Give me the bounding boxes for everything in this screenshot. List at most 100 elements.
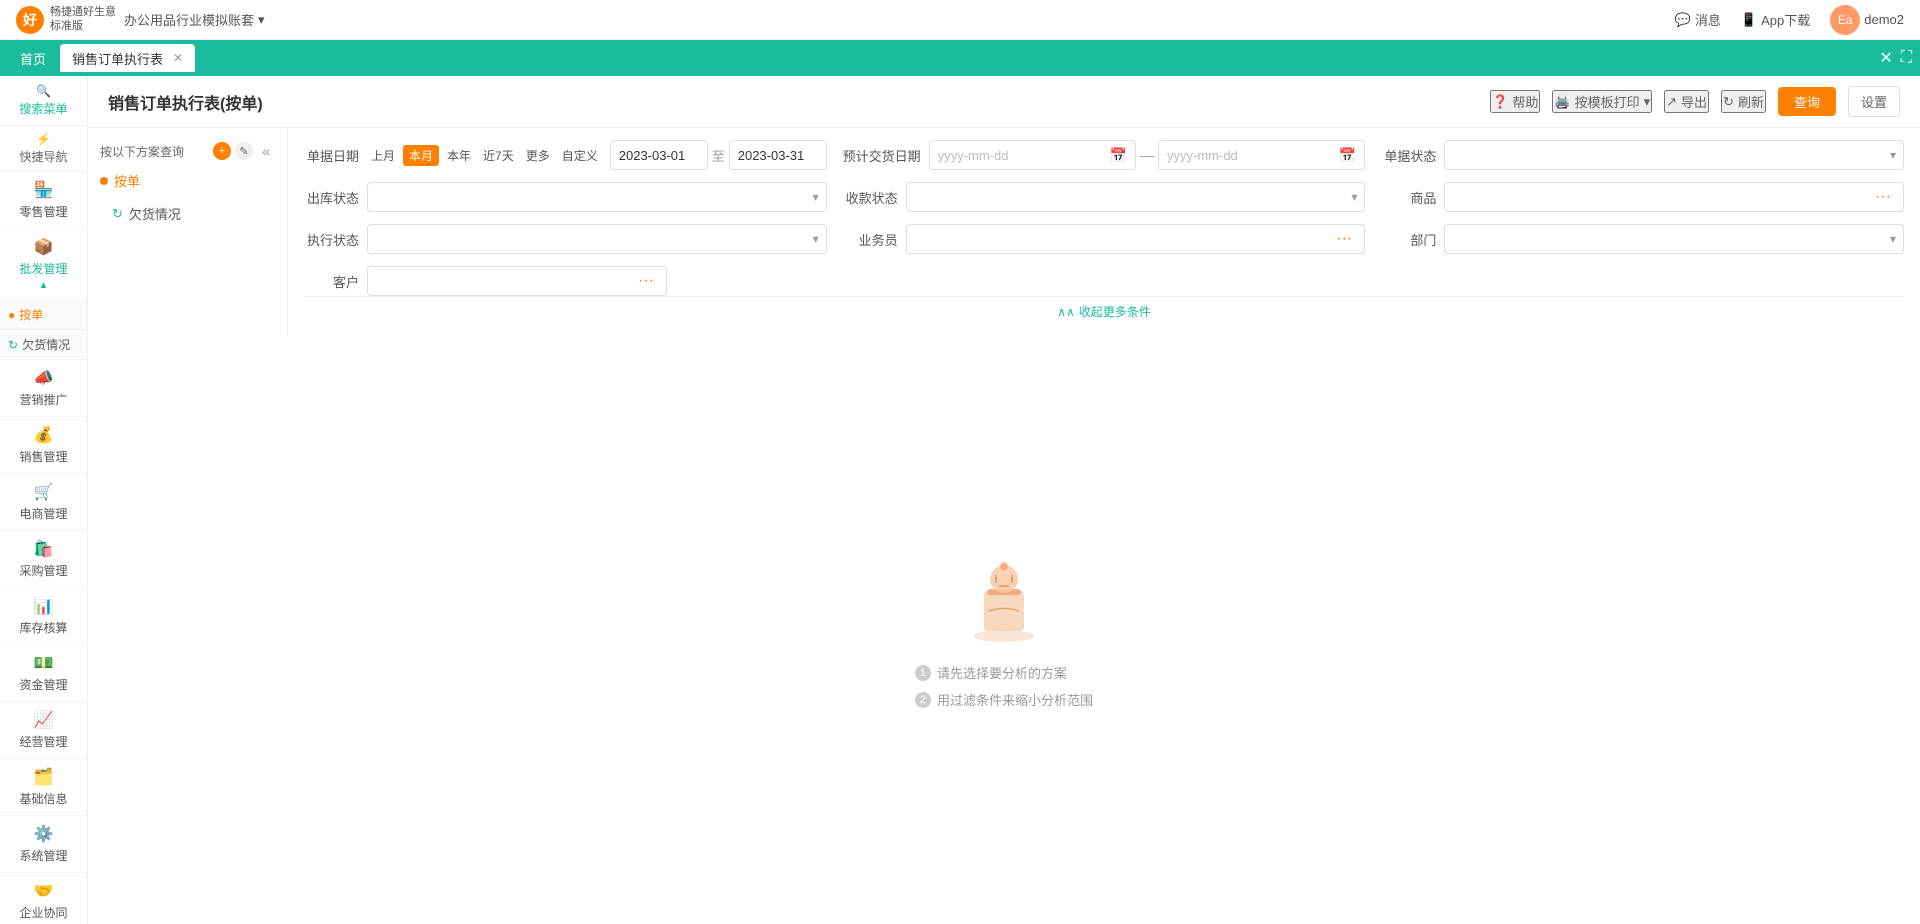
sidebar-item-ecommerce[interactable]: 🛒 电商管理	[0, 474, 87, 531]
export-btn[interactable]: ↗ 导出	[1664, 90, 1709, 113]
date-this-month-btn[interactable]: 本月	[403, 145, 439, 166]
maximize-icon[interactable]: ⛶	[1901, 49, 1912, 67]
add-scheme-btn[interactable]: +	[213, 142, 231, 160]
scheme-item-press[interactable]: 按单	[88, 164, 287, 197]
top-header: 好 畅捷通好生意 标准版 办公用品行业模拟账套 ▾ 💬 消息 📱 App下载 E…	[0, 0, 1920, 40]
tab-sales-order[interactable]: 销售订单执行表 ✕	[60, 44, 195, 72]
collapse-row[interactable]: ∧∧ 收起更多条件	[304, 296, 1904, 324]
basic-icon: 🗂️	[34, 767, 54, 787]
order-date-start-input[interactable]: 2023-03-01	[610, 140, 708, 170]
filter-field-execution-status: 执行状态 ▾	[304, 224, 827, 254]
settings-btn[interactable]: 设置	[1848, 86, 1900, 117]
sidebar-quick-nav[interactable]: ⚡ 快捷导航	[0, 126, 87, 172]
filter-panel-title: 按以下方案查询 + ✎ «	[88, 138, 287, 164]
operations-icon: 📈	[34, 710, 54, 730]
filter-field-customer: 客户 ···	[304, 266, 1904, 296]
filter-field-order-status: 单据状态 ▾	[1381, 140, 1904, 170]
print-icon: 🖨️	[1554, 94, 1570, 110]
customer-ellipsis-icon[interactable]: ···	[634, 272, 658, 290]
payment-status-select[interactable]	[906, 182, 1366, 212]
sidebar-sub-menu: ● 按单 ↻ 欠货情况	[0, 300, 87, 360]
empty-illustration	[954, 551, 1054, 651]
main-layout: 🔍 搜索菜单 ⚡ 快捷导航 🏪 零售管理 📦 批发管理 ▲ ● 按单 ↻ 欠货情…	[0, 76, 1920, 924]
sidebar-item-marketing[interactable]: 📣 营销推广	[0, 360, 87, 417]
header-left: 好 畅捷通好生意 标准版 办公用品行业模拟账套 ▾	[16, 6, 265, 34]
expected-date-start-input[interactable]: yyyy-mm-dd 📅	[929, 140, 1136, 170]
edit-scheme-btn[interactable]: ✎	[235, 142, 253, 160]
tab-home[interactable]: 首页	[8, 44, 58, 72]
customer-input[interactable]: ···	[367, 266, 667, 296]
sidebar-search[interactable]: 🔍 搜索菜单	[0, 76, 87, 126]
date-last-month-btn[interactable]: 上月	[367, 145, 399, 166]
sidebar-sub-item-debt[interactable]: ↻ 欠货情况	[0, 330, 87, 360]
date-range-separator: 至	[712, 146, 725, 165]
empty-state: 1 请先选择要分析的方案 2 用过滤条件来缩小分析范围	[88, 336, 1920, 924]
app-download-btn[interactable]: 📱 App下载	[1741, 10, 1810, 29]
execution-status-select[interactable]	[367, 224, 827, 254]
date-this-year-btn[interactable]: 本年	[443, 145, 475, 166]
message-btn[interactable]: 💬 消息	[1675, 10, 1721, 29]
shipment-arrow-icon: ▾	[813, 190, 819, 204]
expected-date-label: 预计交货日期	[843, 146, 921, 165]
date-7days-btn[interactable]: 近7天	[479, 145, 518, 166]
filter-row-3: 执行状态 ▾ 业务员 ··· 部门	[304, 224, 1904, 254]
shipment-status-select[interactable]	[367, 182, 827, 212]
minimize-icon[interactable]: ✕	[1879, 48, 1892, 68]
date-custom-btn[interactable]: 自定义	[558, 145, 602, 166]
order-date-end-input[interactable]: 2023-03-31	[729, 140, 827, 170]
filter-field-expected-date: 预计交货日期 yyyy-mm-dd 📅 — yyyy-mm-dd 📅	[843, 140, 1366, 170]
collapse-chevron-icon: ∧∧	[1057, 305, 1075, 319]
logo-text: 畅捷通好生意 标准版	[50, 6, 116, 32]
salesperson-input[interactable]: ···	[906, 224, 1366, 254]
help-btn[interactable]: ❓ 帮助	[1490, 90, 1540, 113]
inventory-icon: 📊	[34, 596, 54, 616]
filter-row-2: 出库状态 ▾ 收款状态 ▾ 商品	[304, 182, 1904, 212]
sidebar-item-purchase[interactable]: 🛍️ 采购管理	[0, 531, 87, 588]
expected-date-end-input[interactable]: yyyy-mm-dd 📅	[1158, 140, 1365, 170]
sidebar-item-wholesale[interactable]: 📦 批发管理 ▲	[0, 229, 87, 300]
calendar-start-icon: 📅	[1110, 147, 1127, 164]
filter-field-order-date: 单据日期 上月 本月 本年 近7天 更多 自定义 2023-03-01	[304, 140, 827, 170]
empty-tip-1: 1 请先选择要分析的方案	[915, 663, 1093, 682]
order-status-select[interactable]	[1444, 140, 1904, 170]
sidebar-item-sales[interactable]: 💰 销售管理	[0, 417, 87, 474]
search-icon: 🔍	[36, 84, 51, 98]
header-right: 💬 消息 📱 App下载 Ea demo2	[1675, 5, 1904, 35]
query-btn[interactable]: 查询	[1778, 87, 1836, 116]
message-icon: 💬	[1675, 12, 1691, 28]
print-btn[interactable]: 🖨️ 按模板打印 ▾	[1552, 90, 1652, 113]
department-label: 部门	[1381, 230, 1436, 249]
avatar: Ea	[1830, 5, 1860, 35]
tip-num-2: 2	[915, 692, 931, 708]
salesperson-ellipsis-icon[interactable]: ···	[1332, 230, 1356, 248]
refresh-icon: ↻	[8, 338, 18, 352]
sidebar-item-retail[interactable]: 🏪 零售管理	[0, 172, 87, 229]
sidebar-item-system[interactable]: ⚙️ 系统管理	[0, 816, 87, 873]
goods-input[interactable]: ···	[1444, 182, 1904, 212]
filter-field-department: 部门 ▾	[1381, 224, 1904, 254]
date-more-btn[interactable]: 更多	[522, 145, 554, 166]
filter-debt-item[interactable]: ↻ 欠货情况	[88, 197, 287, 230]
collapse-panel-btn[interactable]: «	[257, 142, 275, 160]
sidebar-item-basic[interactable]: 🗂️ 基础信息	[0, 759, 87, 816]
sidebar-item-inventory[interactable]: 📊 库存核算	[0, 588, 87, 645]
shipment-status-wrapper: ▾	[367, 182, 827, 212]
sidebar-sub-item-press[interactable]: ● 按单	[0, 300, 87, 330]
refresh-btn[interactable]: ↻ 刷新	[1721, 90, 1766, 113]
logo-area: 好 畅捷通好生意 标准版	[16, 6, 116, 34]
filter-right-panel: 单据日期 上月 本月 本年 近7天 更多 自定义 2023-03-01	[288, 128, 1920, 336]
order-status-arrow-icon: ▾	[1890, 148, 1896, 162]
export-icon: ↗	[1666, 94, 1677, 110]
user-menu[interactable]: Ea demo2	[1830, 5, 1904, 35]
app-dropdown[interactable]: 办公用品行业模拟账套 ▾	[124, 10, 265, 29]
tab-close-icon[interactable]: ✕	[173, 51, 183, 65]
filter-section: 按以下方案查询 + ✎ « 按单 ↻ 欠货情况	[88, 128, 1920, 336]
system-icon: ⚙️	[34, 824, 54, 844]
content-area: 销售订单执行表(按单) ❓ 帮助 🖨️ 按模板打印 ▾ ↗ 导出 ↻ 刷新	[88, 76, 1920, 924]
goods-ellipsis-icon[interactable]: ···	[1871, 188, 1895, 206]
sidebar-item-finance[interactable]: 💵 资金管理	[0, 645, 87, 702]
sidebar-item-enterprise[interactable]: 🤝 企业协同	[0, 873, 87, 924]
sidebar-item-operations[interactable]: 📈 经营管理	[0, 702, 87, 759]
purchase-icon: 🛍️	[34, 539, 54, 559]
department-select[interactable]	[1444, 224, 1904, 254]
